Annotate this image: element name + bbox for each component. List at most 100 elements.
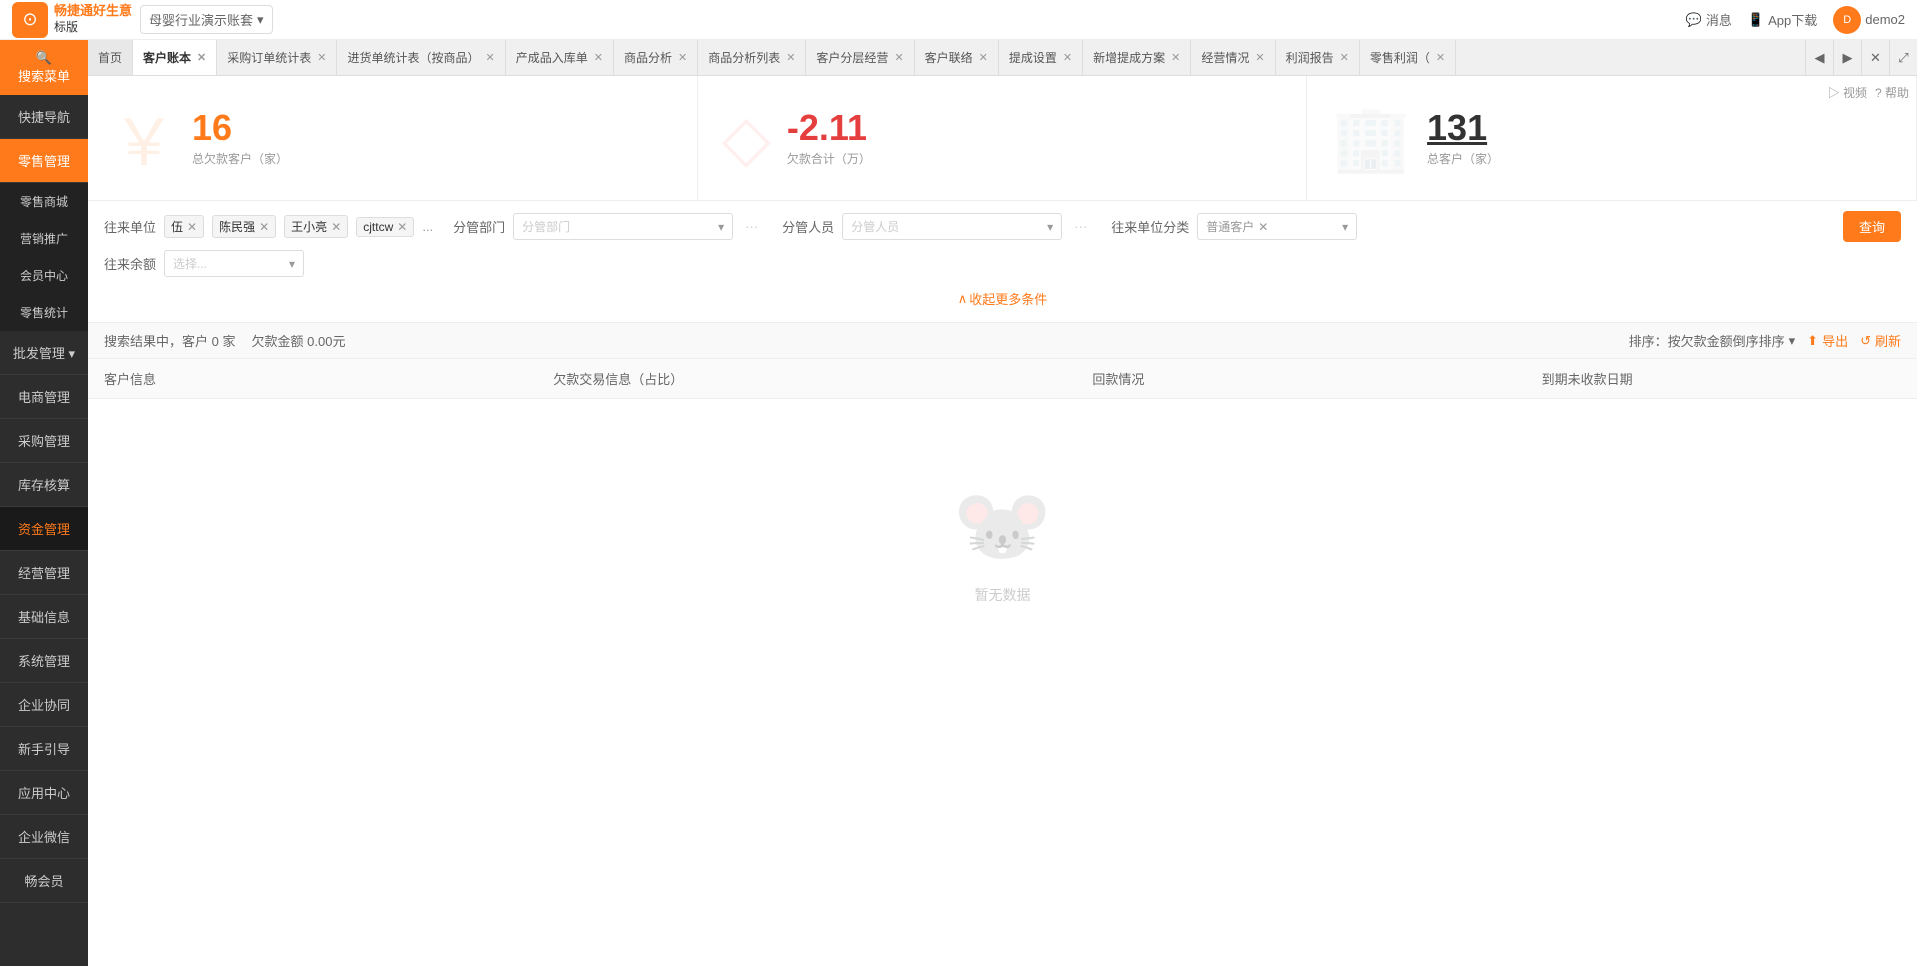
tab-expand-btn[interactable]: ⤢ <box>1889 40 1917 76</box>
tab-home[interactable]: 首页 <box>88 40 133 76</box>
tab-close-icon[interactable]: ✕ <box>1255 51 1264 64</box>
video-help: ▷ 视频 ? 帮助 <box>1828 84 1909 101</box>
sidebar-item-wholesale-mgmt[interactable]: 批发管理 ▾ <box>0 331 88 375</box>
tab-close-icon[interactable]: ✕ <box>786 51 795 64</box>
tab-close-icon[interactable]: ✕ <box>317 51 326 64</box>
unit-class-chevron-icon: ▾ <box>1342 220 1348 234</box>
sidebar-item-new-guide[interactable]: 新手引导 <box>0 727 88 771</box>
tag-close-cjttcw[interactable]: ✕ <box>397 220 407 234</box>
col-header-customer: 客户信息 <box>104 369 553 388</box>
tab-business-status[interactable]: 经营情况 ✕ <box>1191 40 1275 76</box>
export-icon: ⬆ <box>1807 333 1818 349</box>
filter-row-1: 往来单位 伍 ✕ 陈民强 ✕ 王小亮 ✕ cjttcw <box>104 211 1901 242</box>
logo-text: 畅捷通好生意 标版 <box>54 3 132 35</box>
user-menu[interactable]: D demo2 <box>1833 6 1905 34</box>
tab-profit-report[interactable]: 利润报告 ✕ <box>1276 40 1360 76</box>
person-filter-select[interactable]: 分管人员 ▾ <box>842 213 1062 240</box>
unit-filter-label: 往来单位 <box>104 217 156 236</box>
sidebar-item-retail-store[interactable]: 零售商城 <box>0 183 88 220</box>
tab-close-icon[interactable]: ✕ <box>979 51 988 64</box>
tab-close-icon[interactable]: ✕ <box>1436 51 1445 64</box>
sidebar-item-ecommerce[interactable]: 电商管理 <box>0 375 88 419</box>
top-bar-right: 💬 消息 📱 App下载 D demo2 <box>1686 6 1905 34</box>
logo-area: ⊙ 畅捷通好生意 标版 <box>12 2 132 38</box>
sidebar-item-member[interactable]: 畅会员 <box>0 859 88 903</box>
sidebar-item-member-center[interactable]: 会员中心 <box>0 257 88 294</box>
tab-commission-setting[interactable]: 提成设置 ✕ <box>999 40 1083 76</box>
sidebar-item-purchase-mgmt[interactable]: 采购管理 <box>0 419 88 463</box>
tab-purchase-order-stats[interactable]: 采购订单统计表 ✕ <box>217 40 337 76</box>
sidebar-item-search[interactable]: 🔍 搜索菜单 <box>0 40 88 95</box>
tab-close-icon[interactable]: ✕ <box>1063 51 1072 64</box>
tab-next-btn[interactable]: ▶ <box>1833 40 1861 76</box>
sidebar-item-marketing[interactable]: 营销推广 <box>0 220 88 257</box>
tab-add-commission[interactable]: 新增提成方案 ✕ <box>1083 40 1191 76</box>
download-icon: 📱 <box>1748 12 1764 28</box>
collapse-icon: ∧ <box>958 291 968 307</box>
unit-class-close[interactable]: ✕ <box>1258 220 1268 234</box>
tab-close-icon[interactable]: ✕ <box>894 51 903 64</box>
sidebar-item-quick-nav[interactable]: 快捷导航 <box>0 95 88 139</box>
sort-selector[interactable]: 排序：按欠款金额倒序排序 ▾ <box>1629 331 1796 350</box>
sidebar-item-system[interactable]: 系统管理 <box>0 639 88 683</box>
tag-close-wu[interactable]: ✕ <box>187 220 197 234</box>
workspace-selector[interactable]: 母婴行业演示账套 ▾ <box>140 5 273 34</box>
balance-chevron-icon: ▾ <box>289 257 295 271</box>
tab-close-icon[interactable]: ✕ <box>1340 51 1349 64</box>
tab-product-inbound[interactable]: 产成品入库单 ✕ <box>506 40 614 76</box>
sidebar-item-retail-stats[interactable]: 零售统计 <box>0 294 88 331</box>
sidebar-item-inventory[interactable]: 库存核算 <box>0 463 88 507</box>
play-icon: ▷ <box>1828 86 1840 100</box>
tab-close-icon[interactable]: ✕ <box>1171 51 1180 64</box>
app-download-btn[interactable]: 📱 App下载 <box>1748 10 1817 29</box>
tab-close-icon[interactable]: ✕ <box>678 51 687 64</box>
empty-state: 🐭 暂无数据 <box>88 399 1917 685</box>
tab-prev-btn[interactable]: ◀ <box>1805 40 1833 76</box>
unit-class-label: 往来单位分类 <box>1111 217 1189 236</box>
sidebar-item-app-center[interactable]: 应用中心 <box>0 771 88 815</box>
sidebar-item-enterprise-wechat[interactable]: 企业微信 <box>0 815 88 859</box>
sidebar-item-finance[interactable]: 资金管理 <box>0 507 88 551</box>
tab-close-icon[interactable]: ✕ <box>197 51 206 64</box>
sidebar-item-basic-info[interactable]: 基础信息 <box>0 595 88 639</box>
help-btn[interactable]: ? 帮助 <box>1875 84 1909 101</box>
refresh-btn[interactable]: ↺ 刷新 <box>1860 331 1901 350</box>
unit-class-select[interactable]: 普通客户 ✕ ▾ <box>1197 213 1357 240</box>
tab-inbound-stats[interactable]: 进货单统计表（按商品） ✕ <box>337 40 505 76</box>
collapse-filters-btn[interactable]: ∧ 收起更多条件 <box>104 285 1901 312</box>
person-chevron-icon: ▾ <box>1047 220 1053 234</box>
tab-product-analysis-list[interactable]: 商品分析列表 ✕ <box>698 40 806 76</box>
filter-row-2: 往来余额 选择... ▾ <box>104 250 1901 277</box>
sidebar-item-operation[interactable]: 经营管理 <box>0 551 88 595</box>
dept-chevron-icon: ▾ <box>718 220 724 234</box>
tab-retail-profit[interactable]: 零售利润（ ✕ <box>1360 40 1456 76</box>
logo-icon: ⊙ <box>12 2 48 38</box>
tab-customer-contact[interactable]: 客户联络 ✕ <box>915 40 999 76</box>
video-btn[interactable]: ▷ 视频 <box>1828 84 1867 101</box>
empty-text: 暂无数据 <box>975 585 1031 605</box>
tab-close-all-btn[interactable]: ✕ <box>1861 40 1889 76</box>
tab-customer-ledger[interactable]: 客户账本 ✕ <box>133 40 217 76</box>
results-actions: 排序：按欠款金额倒序排序 ▾ ⬆ 导出 ↺ 刷新 <box>1629 331 1901 350</box>
filter-tag-wu: 伍 ✕ <box>164 215 204 238</box>
sidebar-item-retail-mgmt[interactable]: 零售管理 <box>0 139 88 183</box>
balance-filter-label: 往来余额 <box>104 254 156 273</box>
filter-more-btn[interactable]: ... <box>422 219 433 234</box>
stats-section: ￥ 16 总欠款客户（家） ◇ -2.11 欠款合计（万） 🏢 <box>88 76 1917 201</box>
dept-filter-select[interactable]: 分管部门 ▾ <box>513 213 733 240</box>
tag-close-chen[interactable]: ✕ <box>259 220 269 234</box>
results-info: 搜索结果中，客户 0 家 欠款金额 0.00元 <box>104 331 345 350</box>
content-area: ￥ 16 总欠款客户（家） ◇ -2.11 欠款合计（万） 🏢 <box>88 76 1917 966</box>
tab-close-icon[interactable]: ✕ <box>486 51 495 64</box>
tag-close-wang[interactable]: ✕ <box>331 220 341 234</box>
export-btn[interactable]: ⬆ 导出 <box>1807 331 1848 350</box>
balance-filter-select[interactable]: 选择... ▾ <box>164 250 304 277</box>
message-btn[interactable]: 💬 消息 <box>1686 10 1732 29</box>
stat-value-debt: -2.11 <box>787 110 871 146</box>
tab-product-analysis[interactable]: 商品分析 ✕ <box>614 40 698 76</box>
sidebar-item-enterprise-collab[interactable]: 企业协同 <box>0 683 88 727</box>
tab-customer-layer[interactable]: 客户分层经营 ✕ <box>806 40 914 76</box>
stat-label-total: 总客户（家） <box>1427 150 1499 167</box>
query-button[interactable]: 查询 <box>1843 211 1901 242</box>
tab-close-icon[interactable]: ✕ <box>594 51 603 64</box>
